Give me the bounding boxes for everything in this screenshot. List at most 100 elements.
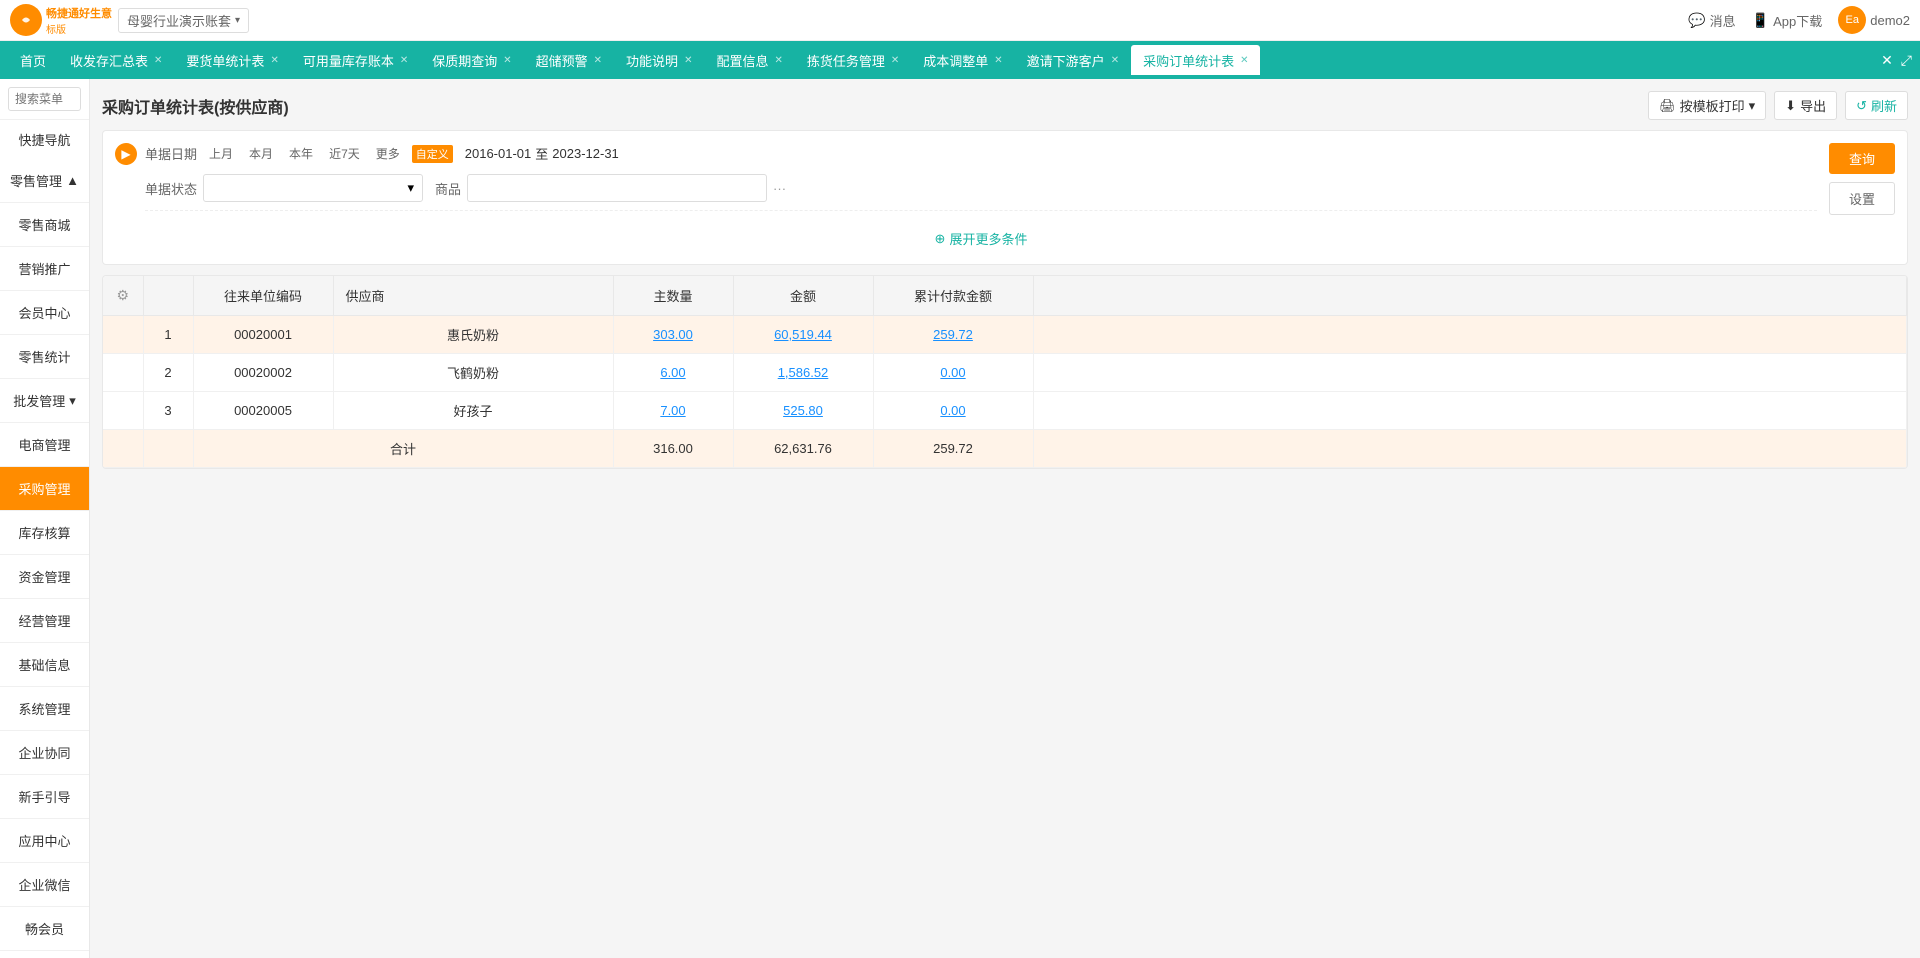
sidebar-item-quick-nav[interactable]: 快捷导航 xyxy=(0,120,89,159)
tab-close-icon[interactable]: ✕ xyxy=(154,55,162,66)
tab-invite-downstream[interactable]: 邀请下游客户 ✕ xyxy=(1015,45,1131,75)
expand-filter-btn[interactable]: ⊕ 展开更多条件 xyxy=(145,225,1817,252)
expand-arrow-icon: ⊕ xyxy=(935,231,946,247)
nav-expand-icon[interactable]: ⤢ xyxy=(1901,52,1912,69)
sidebar-item-retail-manage[interactable]: 零售管理 ▲ xyxy=(0,159,89,203)
message-btn[interactable]: 💬 消息 xyxy=(1688,11,1735,30)
tab-close-icon[interactable]: ✕ xyxy=(891,55,899,66)
logo-area: 畅捷通好生意 标版 xyxy=(10,4,112,36)
tab-expire-query[interactable]: 保质期查询 ✕ xyxy=(420,45,523,75)
tab-collect-pay[interactable]: 收发存汇总表 ✕ xyxy=(58,45,174,75)
tab-cost-adjust[interactable]: 成本调整单 ✕ xyxy=(911,45,1014,75)
th-qty: 主数量 xyxy=(613,276,733,316)
tab-func-desc[interactable]: 功能说明 ✕ xyxy=(614,45,704,75)
table-settings-icon[interactable]: ⚙ xyxy=(116,287,129,303)
tab-stock-book[interactable]: 可用量库存账本 ✕ xyxy=(291,45,420,75)
tab-config-info[interactable]: 配置信息 ✕ xyxy=(704,45,794,75)
th-amount: 金额 xyxy=(733,276,873,316)
table-row: 3 00020005 好孩子 7.00 525.80 0.00 xyxy=(103,392,1907,430)
table-body: 1 00020001 惠氏奶粉 303.00 60,519.44 259.72 … xyxy=(103,316,1907,430)
td-qty[interactable]: 6.00 xyxy=(613,354,733,392)
user-area[interactable]: Ea demo2 xyxy=(1838,6,1910,34)
custom-date-tag: 自定义 xyxy=(412,145,453,163)
tab-home[interactable]: 首页 xyxy=(8,45,58,75)
query-btn[interactable]: 查询 xyxy=(1829,143,1895,174)
status-filter: 单据状态 ▾ xyxy=(145,174,423,202)
tab-overstock[interactable]: 超储预警 ✕ xyxy=(524,45,614,75)
sidebar-search-input[interactable] xyxy=(8,87,81,111)
sidebar-item-inventory[interactable]: 库存核算 xyxy=(0,511,89,555)
print-icon: 🖨 xyxy=(1659,98,1676,114)
goods-input[interactable] xyxy=(467,174,767,202)
page-header: 采购订单统计表(按供应商) 🖨 按模板打印 ▾ ⬇ 导出 ↺ 刷新 xyxy=(102,91,1908,120)
footer-qty: 316.00 xyxy=(613,430,733,468)
sidebar-item-new-guide[interactable]: 新手引导 xyxy=(0,775,89,819)
footer-label: 合计 xyxy=(193,430,613,468)
sidebar-item-retail-mall[interactable]: 零售商城 xyxy=(0,203,89,247)
td-paid[interactable]: 0.00 xyxy=(873,354,1033,392)
td-extra xyxy=(1033,354,1907,392)
th-supplier: 供应商 xyxy=(333,276,613,316)
td-qty[interactable]: 7.00 xyxy=(613,392,733,430)
tab-close-icon[interactable]: ✕ xyxy=(1111,55,1119,66)
app-download-btn[interactable]: 📱 App下载 xyxy=(1752,11,1823,30)
tab-purchase-stat[interactable]: 采购订单统计表 ✕ xyxy=(1131,45,1260,75)
tab-close-icon[interactable]: ✕ xyxy=(270,55,278,66)
goods-more-icon[interactable]: ··· xyxy=(773,181,786,196)
sidebar-item-purchase[interactable]: 采购管理 xyxy=(0,467,89,511)
data-table-container: ⚙ 往来单位编码 供应商 主数量 金额 累计付款金额 1 xyxy=(102,275,1908,469)
td-index: 2 xyxy=(143,354,193,392)
shortcut-last-month[interactable]: 上月 xyxy=(203,143,239,164)
tab-pick-task[interactable]: 拣货任务管理 ✕ xyxy=(795,45,911,75)
tab-close-icon[interactable]: ✕ xyxy=(994,55,1002,66)
sidebar-item-wholesale[interactable]: 批发管理 ▾ xyxy=(0,379,89,423)
filter-collapse-btn[interactable]: ▶ xyxy=(115,143,137,165)
td-paid[interactable]: 259.72 xyxy=(873,316,1033,354)
td-supplier: 好孩子 xyxy=(333,392,613,430)
shortcut-this-year[interactable]: 本年 xyxy=(283,143,319,164)
sidebar-item-basic-info[interactable]: 基础信息 xyxy=(0,643,89,687)
sidebar-item-system[interactable]: 系统管理 xyxy=(0,687,89,731)
tab-close-icon[interactable]: ✕ xyxy=(400,55,408,66)
tab-goods-stat[interactable]: 要货单统计表 ✕ xyxy=(174,45,290,75)
th-code: 往来单位编码 xyxy=(193,276,333,316)
footer-empty1 xyxy=(103,430,143,468)
status-select[interactable]: ▾ xyxy=(203,174,423,202)
export-btn[interactable]: ⬇ 导出 xyxy=(1774,91,1837,120)
refresh-btn[interactable]: ↺ 刷新 xyxy=(1845,91,1908,120)
th-empty xyxy=(1033,276,1907,316)
print-btn[interactable]: 🖨 按模板打印 ▾ xyxy=(1648,91,1766,120)
td-amount[interactable]: 60,519.44 xyxy=(733,316,873,354)
td-qty[interactable]: 303.00 xyxy=(613,316,733,354)
sidebar-item-vip[interactable]: 畅会员 xyxy=(0,907,89,951)
sidebar-item-member-center[interactable]: 会员中心 xyxy=(0,291,89,335)
sidebar-item-corp-wechat[interactable]: 企业微信 xyxy=(0,863,89,907)
sidebar-item-corp-collab[interactable]: 企业协同 xyxy=(0,731,89,775)
date-filter: 单据日期 上月 本月 本年 近7天 更多 自定义 xyxy=(145,143,453,164)
td-paid[interactable]: 0.00 xyxy=(873,392,1033,430)
shortcut-more[interactable]: 更多 xyxy=(370,143,406,164)
footer-amount: 62,631.76 xyxy=(733,430,873,468)
shortcut-this-month[interactable]: 本月 xyxy=(243,143,279,164)
sidebar-item-ecommerce[interactable]: 电商管理 xyxy=(0,423,89,467)
setting-btn[interactable]: 设置 xyxy=(1829,182,1895,215)
td-index: 3 xyxy=(143,392,193,430)
tab-close-icon[interactable]: ✕ xyxy=(1240,55,1248,66)
sidebar-item-operation[interactable]: 经营管理 xyxy=(0,599,89,643)
sidebar-item-app-center[interactable]: 应用中心 xyxy=(0,819,89,863)
sidebar-item-marketing[interactable]: 营销推广 xyxy=(0,247,89,291)
sidebar-item-finance[interactable]: 资金管理 xyxy=(0,555,89,599)
tab-close-icon[interactable]: ✕ xyxy=(774,55,782,66)
td-amount[interactable]: 1,586.52 xyxy=(733,354,873,392)
page-title: 采购订单统计表(按供应商) xyxy=(102,94,289,118)
tab-close-icon[interactable]: ✕ xyxy=(684,55,692,66)
td-amount[interactable]: 525.80 xyxy=(733,392,873,430)
tab-close-icon[interactable]: ✕ xyxy=(503,55,511,66)
nav-close-all-icon[interactable]: ✕ xyxy=(1881,52,1893,69)
th-settings[interactable]: ⚙ xyxy=(103,276,143,316)
sidebar-item-retail-stat[interactable]: 零售统计 xyxy=(0,335,89,379)
workspace-selector[interactable]: 母婴行业演示账套 ▾ xyxy=(118,8,249,33)
shortcut-7days[interactable]: 近7天 xyxy=(323,143,366,164)
table-row: 2 00020002 飞鹤奶粉 6.00 1,586.52 0.00 xyxy=(103,354,1907,392)
tab-close-icon[interactable]: ✕ xyxy=(594,55,602,66)
